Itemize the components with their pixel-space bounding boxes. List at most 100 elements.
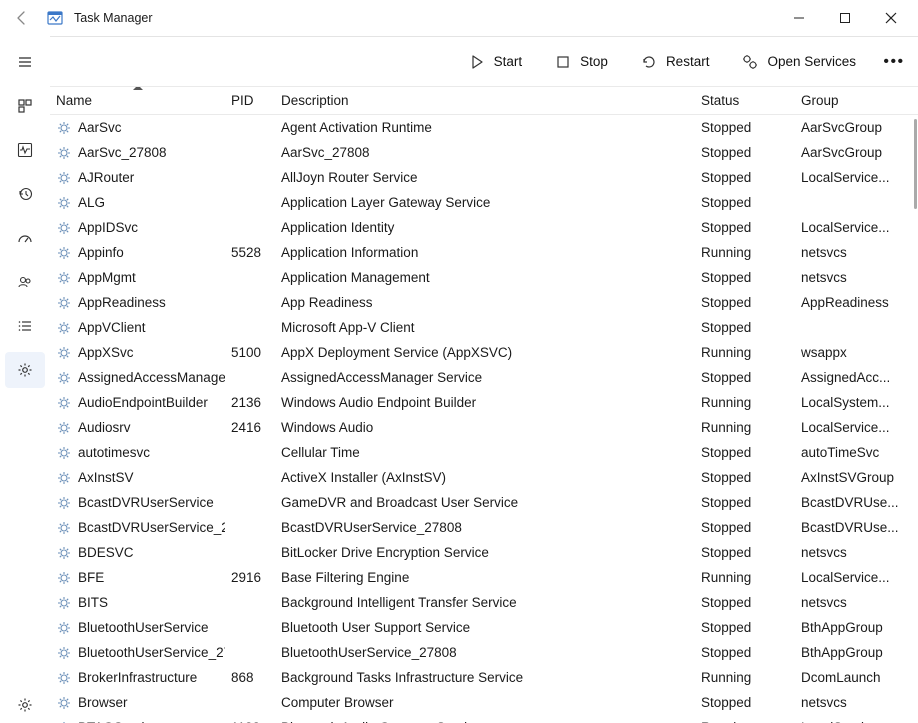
services-table-wrapper[interactable]: Name PID Description Status Group AarSvc… [50,86,918,723]
service-group: AxInstSVGroup [795,465,918,490]
more-button[interactable]: ••• [882,53,906,71]
service-name: AxInstSV [78,467,134,488]
table-row[interactable]: BITSBackground Intelligent Transfer Serv… [50,590,918,615]
nav-settings[interactable] [5,687,45,723]
arrow-left-icon [14,10,30,26]
service-group: DcomLaunch [795,665,918,690]
service-gear-icon [56,670,72,686]
service-gear-icon [56,320,72,336]
service-group: AppReadiness [795,290,918,315]
table-row[interactable]: BTAGService1188Bluetooth Audio Gateway S… [50,715,918,723]
service-group: netsvcs [795,590,918,615]
grid-icon [17,98,33,114]
service-pid [225,315,275,340]
nav-users[interactable] [5,264,45,300]
app-icon [46,9,64,27]
nav-startup[interactable] [5,220,45,256]
service-status: Stopped [695,640,795,665]
minimize-icon [793,12,805,24]
service-status: Stopped [695,465,795,490]
restart-button[interactable]: Restart [634,49,716,75]
table-row[interactable]: AppReadinessApp ReadinessStoppedAppReadi… [50,290,918,315]
maximize-button[interactable] [822,2,868,34]
service-name: Audiosrv [78,417,131,438]
service-description: BcastDVRUserService_27808 [275,515,695,540]
gauge-icon [17,230,33,246]
table-row[interactable]: AppIDSvcApplication IdentityStoppedLocal… [50,215,918,240]
table-row[interactable]: BluetoothUserService_27...BluetoothUserS… [50,640,918,665]
table-row[interactable]: ALGApplication Layer Gateway ServiceStop… [50,190,918,215]
close-button[interactable] [868,2,914,34]
service-pid [225,165,275,190]
table-row[interactable]: autotimesvcCellular TimeStoppedautoTimeS… [50,440,918,465]
table-row[interactable]: AarSvcAgent Activation RuntimeStoppedAar… [50,115,918,141]
service-status: Stopped [695,215,795,240]
table-row[interactable]: Appinfo5528Application InformationRunnin… [50,240,918,265]
start-button[interactable]: Start [462,49,529,75]
service-pid [225,190,275,215]
table-row[interactable]: AJRouterAllJoyn Router ServiceStoppedLoc… [50,165,918,190]
col-status[interactable]: Status [695,87,795,115]
table-row[interactable]: Audiosrv2416Windows AudioRunningLocalSer… [50,415,918,440]
minimize-button[interactable] [776,2,822,34]
service-pid: 2416 [225,415,275,440]
service-pid [225,265,275,290]
service-description: Agent Activation Runtime [275,115,695,141]
service-name: BTAGService [78,717,159,723]
service-status: Running [695,565,795,590]
table-row[interactable]: AppXSvc5100AppX Deployment Service (AppX… [50,340,918,365]
col-pid[interactable]: PID [225,87,275,115]
table-row[interactable]: AssignedAccessManager...AssignedAccessMa… [50,365,918,390]
service-description: AllJoyn Router Service [275,165,695,190]
service-group: netsvcs [795,265,918,290]
service-gear-icon [56,145,72,161]
table-row[interactable]: BDESVCBitLocker Drive Encryption Service… [50,540,918,565]
service-name: BFE [78,567,104,588]
service-name: Browser [78,692,128,713]
service-group: BcastDVRUse... [795,515,918,540]
back-button[interactable] [8,4,36,32]
nav-performance[interactable] [5,132,45,168]
table-row[interactable]: AppVClientMicrosoft App-V ClientStopped [50,315,918,340]
service-name: BluetoothUserService [78,617,209,638]
service-name: ALG [78,192,105,213]
service-description: Background Tasks Infrastructure Service [275,665,695,690]
table-row[interactable]: BrowserComputer BrowserStoppednetsvcs [50,690,918,715]
service-description: BitLocker Drive Encryption Service [275,540,695,565]
service-gear-icon [56,170,72,186]
table-row[interactable]: AxInstSVActiveX Installer (AxInstSV)Stop… [50,465,918,490]
play-icon [468,53,486,71]
nav-processes[interactable] [5,88,45,124]
table-row[interactable]: BFE2916Base Filtering EngineRunningLocal… [50,565,918,590]
sidebar [0,36,50,723]
scrollbar[interactable] [910,87,918,723]
service-pid [225,515,275,540]
nav-menu-button[interactable] [5,44,45,80]
service-name: BcastDVRUserService_27... [78,517,225,538]
table-row[interactable]: AppMgmtApplication ManagementStoppednets… [50,265,918,290]
service-group: LocalService... [795,215,918,240]
service-pid [225,365,275,390]
service-pid [225,690,275,715]
stop-button[interactable]: Stop [548,49,614,75]
service-description: Bluetooth Audio Gateway Service [275,715,695,723]
table-row[interactable]: BrokerInfrastructure868Background Tasks … [50,665,918,690]
open-services-button[interactable]: Open Services [735,49,862,75]
table-row[interactable]: BluetoothUserServiceBluetooth User Suppo… [50,615,918,640]
table-row[interactable]: AarSvc_27808AarSvc_27808StoppedAarSvcGro… [50,140,918,165]
table-row[interactable]: AudioEndpointBuilder2136Windows Audio En… [50,390,918,415]
table-row[interactable]: BcastDVRUserServiceGameDVR and Broadcast… [50,490,918,515]
service-gear-icon [56,270,72,286]
table-row[interactable]: BcastDVRUserService_27... BcastDVRUserSer… [50,515,918,540]
col-description[interactable]: Description [275,87,695,115]
service-name: Appinfo [78,242,124,263]
service-group [795,315,918,340]
close-icon [885,12,897,24]
nav-details[interactable] [5,308,45,344]
col-group[interactable]: Group [795,87,918,115]
service-pid: 2136 [225,390,275,415]
nav-services[interactable] [5,352,45,388]
nav-app-history[interactable] [5,176,45,212]
service-status: Stopped [695,290,795,315]
col-name[interactable]: Name [50,87,225,115]
